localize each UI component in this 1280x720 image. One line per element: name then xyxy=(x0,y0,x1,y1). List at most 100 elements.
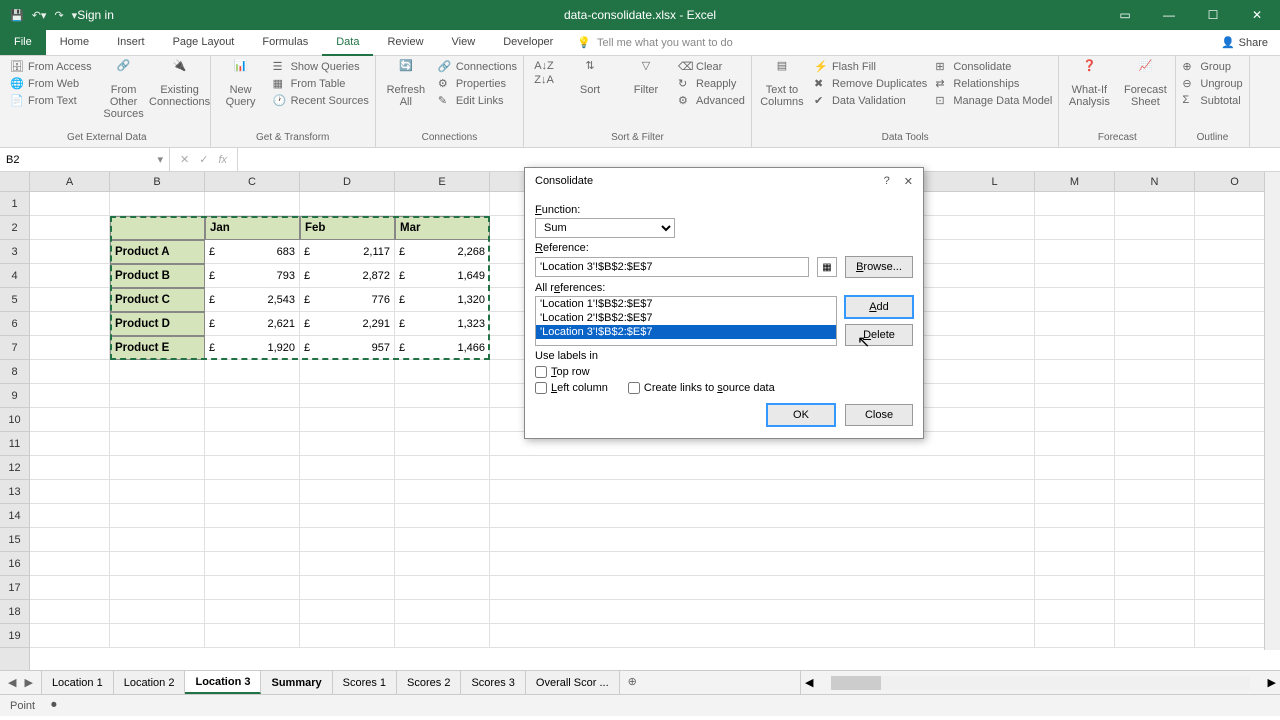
tab-insert[interactable]: Insert xyxy=(103,30,159,55)
col-header[interactable]: A xyxy=(30,172,110,191)
list-item[interactable]: 'Location 2'!$B$2:$E$7 xyxy=(536,311,836,325)
sort-button[interactable]: ⇅Sort xyxy=(566,60,614,96)
macro-record-icon[interactable]: ⏺ xyxy=(51,699,57,712)
from-other-sources-button[interactable]: 🔗From Other Sources xyxy=(100,60,148,120)
properties-button[interactable]: ⚙Properties xyxy=(438,77,517,91)
function-select[interactable]: Sum xyxy=(535,218,675,238)
row-header[interactable]: 9 xyxy=(0,384,29,408)
close-icon[interactable]: ✕ xyxy=(1242,8,1272,22)
sort-az-button[interactable]: A↓ZZ↓A xyxy=(530,60,558,86)
tab-page-layout[interactable]: Page Layout xyxy=(159,30,249,55)
relationships-button[interactable]: ⇄Relationships xyxy=(935,77,1052,91)
references-listbox[interactable]: 'Location 1'!$B$2:$E$7 'Location 2'!$B$2… xyxy=(535,296,837,346)
row-header[interactable]: 8 xyxy=(0,360,29,384)
from-web-button[interactable]: 🌐From Web xyxy=(10,77,92,91)
tab-developer[interactable]: Developer xyxy=(489,30,567,55)
dialog-help-icon[interactable]: ? xyxy=(884,175,890,188)
clear-filter-button[interactable]: ⌫Clear xyxy=(678,60,745,74)
existing-connections-button[interactable]: 🔌Existing Connections xyxy=(156,60,204,108)
new-sheet-button[interactable]: ⊕ xyxy=(620,671,645,694)
col-header[interactable]: B xyxy=(110,172,205,191)
sheet-tab[interactable]: Location 2 xyxy=(114,671,186,694)
row-header[interactable]: 12 xyxy=(0,456,29,480)
reference-input[interactable] xyxy=(535,257,809,277)
tab-view[interactable]: View xyxy=(438,30,490,55)
edit-links-button[interactable]: ✎Edit Links xyxy=(438,94,517,108)
sheet-tab[interactable]: Scores 2 xyxy=(397,671,461,694)
redo-icon[interactable]: ↷ xyxy=(54,9,63,22)
row-header[interactable]: 1 xyxy=(0,192,29,216)
sheet-tab[interactable]: Location 1 xyxy=(42,671,114,694)
col-header[interactable]: L xyxy=(955,172,1035,191)
row-header[interactable]: 17 xyxy=(0,576,29,600)
from-access-button[interactable]: 🗄From Access xyxy=(10,60,92,74)
row-header[interactable]: 16 xyxy=(0,552,29,576)
from-text-button[interactable]: 📄From Text xyxy=(10,94,92,108)
undo-icon[interactable]: ↶▾ xyxy=(32,9,47,22)
tab-formulas[interactable]: Formulas xyxy=(248,30,322,55)
select-all-corner[interactable] xyxy=(0,172,30,192)
ungroup-button[interactable]: ⊖Ungroup xyxy=(1182,77,1242,91)
recent-sources-button[interactable]: 🕐Recent Sources xyxy=(273,94,369,108)
vertical-scrollbar[interactable] xyxy=(1264,172,1280,650)
advanced-filter-button[interactable]: ⚙Advanced xyxy=(678,94,745,108)
row-header[interactable]: 3 xyxy=(0,240,29,264)
connections-button[interactable]: 🔗Connections xyxy=(438,60,517,74)
group-button[interactable]: ⊕Group xyxy=(1182,60,1242,74)
range-picker-icon[interactable]: ▦ xyxy=(817,257,837,277)
sheet-tab[interactable]: Scores 1 xyxy=(333,671,397,694)
manage-data-model-button[interactable]: ⊡Manage Data Model xyxy=(935,94,1052,108)
tab-file[interactable]: File xyxy=(0,30,46,55)
from-table-button[interactable]: ▦From Table xyxy=(273,77,369,91)
row-header[interactable]: 14 xyxy=(0,504,29,528)
signin-link[interactable]: Sign in xyxy=(77,8,114,22)
tab-nav-next-icon[interactable]: ▶ xyxy=(24,676,32,689)
row-header[interactable]: 18 xyxy=(0,600,29,624)
delete-button[interactable]: Delete xyxy=(845,324,913,346)
row-header[interactable]: 19 xyxy=(0,624,29,648)
remove-duplicates-button[interactable]: ✖Remove Duplicates xyxy=(814,77,927,91)
col-header[interactable]: E xyxy=(395,172,490,191)
top-row-checkbox[interactable]: Top row xyxy=(535,366,590,378)
subtotal-button[interactable]: ΣSubtotal xyxy=(1182,94,1242,108)
show-queries-button[interactable]: ☰Show Queries xyxy=(273,60,369,74)
row-header[interactable]: 4 xyxy=(0,264,29,288)
tab-nav-prev-icon[interactable]: ◀ xyxy=(8,676,16,689)
sheet-tab-active[interactable]: Location 3 xyxy=(185,671,261,694)
row-header[interactable]: 13 xyxy=(0,480,29,504)
ok-button[interactable]: OK xyxy=(767,404,835,426)
list-item-selected[interactable]: 'Location 3'!$B$2:$E$7 xyxy=(536,325,836,339)
data-validation-button[interactable]: ✔Data Validation xyxy=(814,94,927,108)
list-item[interactable]: 'Location 1'!$B$2:$E$7 xyxy=(536,297,836,311)
col-header[interactable]: D xyxy=(300,172,395,191)
namebox-dropdown-icon[interactable]: ▾ xyxy=(157,153,163,166)
browse-button[interactable]: Browse... xyxy=(845,256,913,278)
sheet-tab[interactable]: Scores 3 xyxy=(461,671,525,694)
horizontal-scrollbar[interactable]: ◀ ▶ xyxy=(800,671,1280,694)
tab-review[interactable]: Review xyxy=(373,30,437,55)
text-to-columns-button[interactable]: ▤Text to Columns xyxy=(758,60,806,108)
tab-home[interactable]: Home xyxy=(46,30,103,55)
dialog-close-icon[interactable]: ✕ xyxy=(904,175,913,188)
row-header[interactable]: 15 xyxy=(0,528,29,552)
row-header[interactable]: 11 xyxy=(0,432,29,456)
ribbon-options-icon[interactable]: ▭ xyxy=(1110,8,1140,22)
refresh-all-button[interactable]: 🔄Refresh All xyxy=(382,60,430,108)
sheet-tab[interactable]: Summary xyxy=(261,671,332,694)
whatif-button[interactable]: ❓What-If Analysis xyxy=(1065,60,1113,108)
create-links-checkbox[interactable]: Create links to source data xyxy=(628,382,775,394)
col-header[interactable]: N xyxy=(1115,172,1195,191)
left-col-checkbox[interactable]: Left column xyxy=(535,382,608,394)
name-box-input[interactable] xyxy=(6,154,151,166)
qat-customize-icon[interactable]: ▾ xyxy=(72,9,78,22)
minimize-icon[interactable]: — xyxy=(1154,8,1184,22)
consolidate-button[interactable]: ⊞Consolidate xyxy=(935,60,1052,74)
flash-fill-button[interactable]: ⚡Flash Fill xyxy=(814,60,927,74)
filter-button[interactable]: ▽Filter xyxy=(622,60,670,96)
tab-data[interactable]: Data xyxy=(322,30,373,55)
reapply-button[interactable]: ↻Reapply xyxy=(678,77,745,91)
col-header[interactable]: C xyxy=(205,172,300,191)
row-header[interactable]: 6 xyxy=(0,312,29,336)
save-icon[interactable]: 💾 xyxy=(10,9,24,22)
col-header[interactable]: O xyxy=(1195,172,1275,191)
